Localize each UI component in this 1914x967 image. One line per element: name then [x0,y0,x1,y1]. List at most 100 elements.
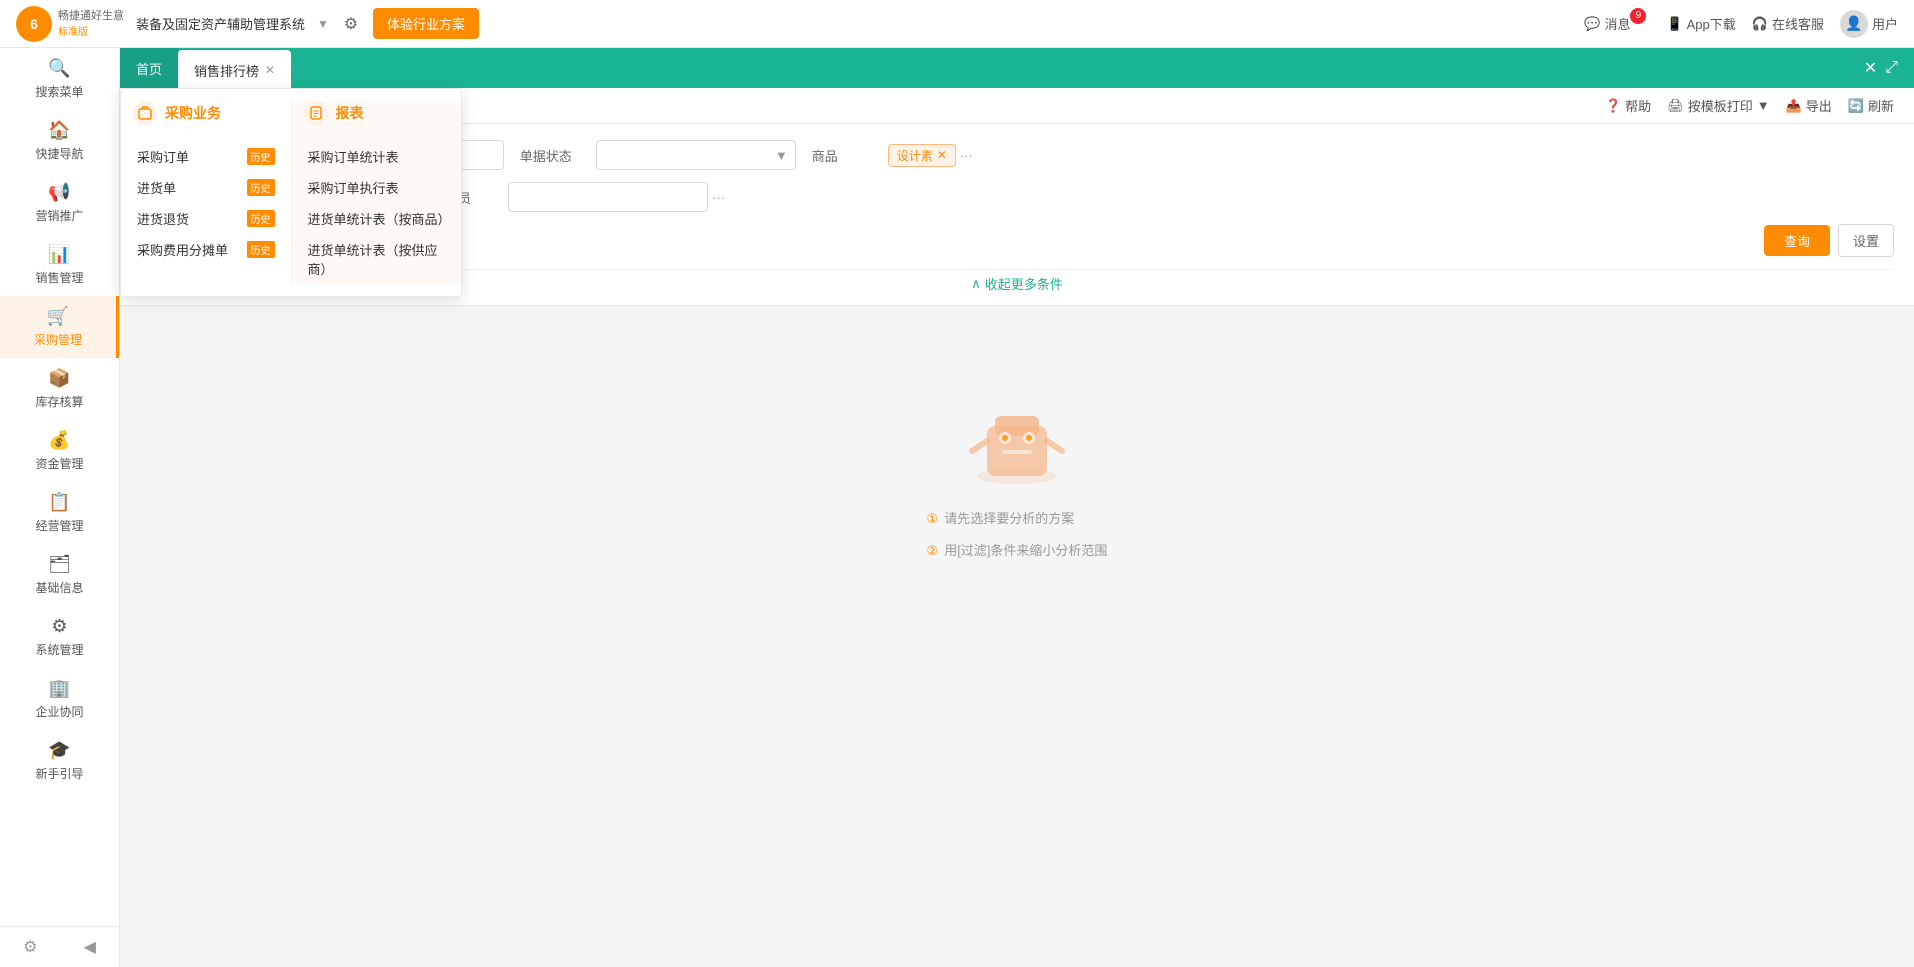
dropdown-item-stock-in[interactable]: 进货单 历史 [133,172,279,203]
doc-status-dropdown-icon: ▼ [775,148,788,163]
sidebar-item-system[interactable]: ⚙ 系统管理 [0,606,119,668]
industry-btn[interactable]: 体验行业方案 [373,8,479,39]
sidebar-label-system: 系统管理 [35,641,83,658]
operations-icon: 📋 [48,492,70,513]
sidebar-label-enterprise: 企业协同 [35,703,83,720]
purchase-order-exec-label: 采购订单执行表 [308,178,399,197]
salesperson-ellipsis[interactable]: ··· [712,190,725,205]
help-action[interactable]: ❓ 帮助 [1605,96,1651,115]
tab-bar-close-btn[interactable]: ✕ [1864,58,1877,78]
empty-hint-1: ① 请先选择要分析的方案 ② 用[过滤]条件来缩小分析范围 [927,506,1108,564]
purchase-business-col: 采购业务 采购订单 历史 进货单 历史 进货退货 历史 采购费用分摊单 历史 [121,101,291,284]
salesperson-input[interactable] [508,182,708,212]
empty-illustration [957,386,1077,486]
query-btn[interactable]: 查询 [1764,225,1830,256]
app-download-action[interactable]: 📱 App下载 [1666,14,1735,33]
sidebar-item-quick-nav[interactable]: 🏠 快捷导航 [0,110,119,172]
product-tag: 设计素 ✕ [888,144,956,167]
sidebar-label-newbie: 新手引导 [35,765,83,782]
dropdown-item-stock-in-by-product[interactable]: 进货单统计表（按商品） [304,203,450,234]
sidebar-item-search[interactable]: 🔍 搜索菜单 [0,48,119,110]
purchase-order-history: 历史 [247,148,275,165]
home-icon: 🏠 [48,120,70,141]
sidebar-item-basic-info[interactable]: 🗂 基础信息 [0,544,119,606]
logo-line1: 畅捷通好生意 [58,9,124,23]
refresh-icon: 🔄 [1848,98,1864,114]
stock-in-history: 历史 [247,179,275,196]
sidebar-item-inventory[interactable]: 📦 库存核算 [0,358,119,420]
tab-home[interactable]: 首页 [120,48,178,88]
dropdown-item-purchase-order[interactable]: 采购订单 历史 [133,141,279,172]
sidebar-label-purchase: 采购管理 [34,331,82,348]
tab-close-icon[interactable]: ✕ [265,63,275,77]
stock-in-by-product-label: 进货单统计表（按商品） [308,209,446,228]
collapse-btn[interactable]: ∧ 收起更多条件 [971,274,1063,293]
online-service-action[interactable]: 🎧 在线客服 [1752,14,1824,33]
tab-bar-expand-btn[interactable]: ⤢ [1885,59,1898,77]
dropdown-item-stock-in-by-supplier[interactable]: 进货单统计表（按供应商） [304,234,450,284]
dropdown-item-purchase-order-exec[interactable]: 采购订单执行表 [304,172,450,203]
user-action[interactable]: 👤 用户 [1840,10,1898,38]
sidebar-label-sales: 销售管理 [35,269,83,286]
logo-area: 6 畅捷通好生意 标准版 [16,6,136,42]
sidebar-settings-btn[interactable]: ⚙ [23,937,37,957]
export-icon: 📤 [1786,98,1802,114]
app-download-label: App下载 [1687,14,1736,33]
print-action[interactable]: 🖨 按模板打印 ▼ [1667,96,1769,115]
message-badge: 9 [1630,8,1646,24]
capital-icon: 💰 [48,430,70,451]
sidebar-bottom: ⚙ ◀ [0,926,119,967]
purchase-order-stats-label: 采购订单统计表 [308,147,399,166]
refresh-action[interactable]: 🔄 刷新 [1848,96,1894,115]
sidebar-item-newbie[interactable]: 🎓 新手引导 [0,730,119,792]
enterprise-icon: 🏢 [48,678,70,699]
svg-text:6: 6 [30,16,38,32]
message-icon: 💬 [1584,16,1600,32]
dropdown-item-purchase-expense[interactable]: 采购费用分摊单 历史 [133,234,279,265]
message-label: 消息 [1604,14,1630,33]
stock-return-label: 进货退货 [137,209,189,228]
export-label: 导出 [1806,96,1832,115]
purchase-section-title: 采购业务 [133,101,279,131]
purchase-expense-history: 历史 [247,241,275,258]
sidebar-item-purchase[interactable]: 🛒 采购管理 [0,296,119,358]
tab-sales-rank-label: 销售排行榜 [194,61,259,80]
sidebar-label-search: 搜索菜单 [35,83,83,100]
collapse-icon: ∧ [971,276,981,292]
report-section-title-text: 报表 [336,103,364,123]
sidebar-item-sales[interactable]: 📊 销售管理 [0,234,119,296]
refresh-label: 刷新 [1868,96,1894,115]
search-icon: 🔍 [48,58,70,79]
sidebar-item-operations[interactable]: 📋 经营管理 [0,482,119,544]
purchase-order-label: 采购订单 [137,147,189,166]
purchase-dropdown-menu: 采购业务 采购订单 历史 进货单 历史 进货退货 历史 采购费用分摊单 历史 [120,88,462,297]
title-dropdown-icon[interactable]: ▼ [317,17,329,31]
settings-icon-btn[interactable]: ⚙ [337,10,365,38]
message-action[interactable]: 💬 消息 9 [1584,14,1650,33]
tab-bar: 首页 销售排行榜 ✕ ✕ ⤢ [120,48,1914,88]
settings-btn[interactable]: 设置 [1838,224,1894,257]
report-col: 报表 采购订单统计表 采购订单执行表 进货单统计表（按商品） 进货单统计表（按供… [291,101,462,284]
phone-icon: 📱 [1666,16,1682,32]
sidebar-label-operations: 经营管理 [35,517,83,534]
help-icon: ❓ [1605,98,1621,114]
print-icon: 🖨 [1667,98,1684,114]
sidebar-item-enterprise[interactable]: 🏢 企业协同 [0,668,119,730]
avatar: 👤 [1840,10,1868,38]
export-action[interactable]: 📤 导出 [1786,96,1832,115]
product-tag-close[interactable]: ✕ [937,148,947,162]
tab-sales-rank[interactable]: 销售排行榜 ✕ [178,50,291,90]
logo-icon: 6 [16,6,52,42]
dropdown-item-purchase-order-stats[interactable]: 采购订单统计表 [304,141,450,172]
marketing-icon: 📢 [48,182,70,203]
sidebar-label-marketing: 营销推广 [35,207,83,224]
report-section-title: 报表 [304,101,450,131]
sidebar-item-capital[interactable]: 💰 资金管理 [0,420,119,482]
sidebar-item-marketing[interactable]: 📢 营销推广 [0,172,119,234]
product-ellipsis[interactable]: ··· [960,148,973,163]
dropdown-item-stock-return[interactable]: 进货退货 历史 [133,203,279,234]
online-service-label: 在线客服 [1772,14,1824,33]
purchase-expense-label: 采购费用分摊单 [137,240,228,259]
doc-status-input[interactable] [596,140,796,170]
sidebar-collapse-btn[interactable]: ◀ [84,937,96,957]
